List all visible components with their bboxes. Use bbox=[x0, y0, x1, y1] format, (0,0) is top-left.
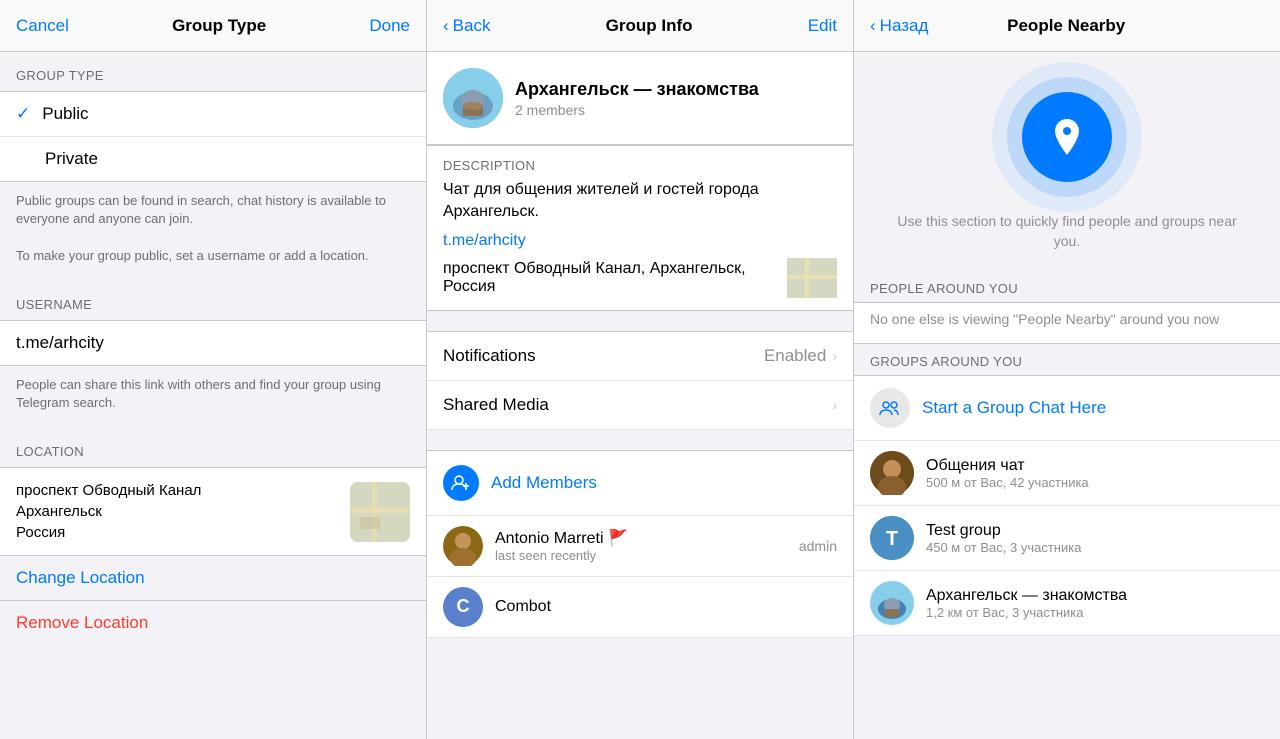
private-option[interactable]: Private bbox=[0, 137, 426, 181]
group-type-list: ✓ Public Private bbox=[0, 91, 426, 182]
nav-bar-group-type: Cancel Group Type Done bbox=[0, 0, 426, 52]
member-1-name: Antonio Marreti 🚩 bbox=[495, 528, 787, 548]
group-header: Архангельск — знакомства 2 members bbox=[427, 52, 853, 145]
notifications-label: Notifications bbox=[443, 346, 536, 366]
nearby-group-2-distance: 450 м от Вас, 3 участника bbox=[926, 540, 1264, 555]
group-name: Архангельск — знакомства bbox=[515, 79, 759, 100]
add-members-row[interactable]: Add Members bbox=[427, 450, 853, 516]
private-label: Private bbox=[45, 149, 98, 169]
done-button[interactable]: Done bbox=[369, 16, 410, 36]
section-username-header: USERNAME bbox=[0, 281, 426, 320]
member-1-avatar bbox=[443, 526, 483, 566]
back-button-nearby[interactable]: ‹ Назад bbox=[870, 16, 928, 36]
public-info-1: Public groups can be found in search, ch… bbox=[0, 182, 426, 281]
cancel-button[interactable]: Cancel bbox=[16, 16, 69, 36]
start-group-chat-label: Start a Group Chat Here bbox=[922, 398, 1106, 418]
nearby-group-2-avatar: T bbox=[870, 516, 914, 560]
group-link[interactable]: t.me/arhcity bbox=[443, 232, 837, 250]
nearby-group-1[interactable]: Общения чат 500 м от Вас, 42 участника bbox=[854, 441, 1280, 506]
location-text: проспект Обводный КаналАрхангельскРоссия bbox=[16, 480, 350, 543]
section-location-header: LOCATION bbox=[0, 428, 426, 467]
nearby-group-1-avatar bbox=[870, 451, 914, 495]
nearby-group-3[interactable]: Архангельск — знакомства 1,2 км от Вас, … bbox=[854, 571, 1280, 636]
shared-media-value: › bbox=[832, 397, 837, 413]
location-address: проспект Обводный Канал, Архангельск, Ро… bbox=[443, 260, 787, 296]
nearby-group-3-distance: 1,2 км от Вас, 3 участника bbox=[926, 605, 1264, 620]
nearby-subtitle: Use this section to quickly find people … bbox=[854, 202, 1280, 271]
group-avatar bbox=[443, 68, 503, 128]
location-row: проспект Обводный Канал, Архангельск, Ро… bbox=[443, 258, 837, 298]
edit-button[interactable]: Edit bbox=[808, 16, 837, 36]
nav-bar-people-nearby: ‹ Назад People Nearby bbox=[854, 0, 1280, 52]
group-members-count: 2 members bbox=[515, 102, 759, 118]
description-text: Чат для общения жителей и гостей города … bbox=[443, 179, 837, 224]
panel-group-type: Cancel Group Type Done GROUP TYPE ✓ Publ… bbox=[0, 0, 427, 739]
panel-group-info: ‹ Back Group Info Edit Архангельск — зна… bbox=[427, 0, 854, 739]
start-group-chat-row[interactable]: Start a Group Chat Here bbox=[854, 375, 1280, 441]
description-section: DESCRIPTION Чат для общения жителей и го… bbox=[427, 145, 853, 311]
people-empty-message: No one else is viewing "People Nearby" a… bbox=[854, 303, 1280, 343]
group-chat-icon bbox=[870, 388, 910, 428]
username-input[interactable]: t.me/arhcity bbox=[0, 320, 426, 366]
shared-media-row[interactable]: Shared Media › bbox=[427, 381, 853, 430]
nearby-group-3-info: Архангельск — знакомства 1,2 км от Вас, … bbox=[926, 587, 1264, 620]
location-icon bbox=[1022, 92, 1112, 182]
location-map bbox=[787, 258, 837, 298]
nav-bar-group-info: ‹ Back Group Info Edit bbox=[427, 0, 853, 52]
add-members-icon bbox=[443, 465, 479, 501]
group-info-title: Group Info bbox=[490, 16, 807, 36]
back-button[interactable]: ‹ Back bbox=[443, 16, 490, 36]
chevron-left-icon: ‹ bbox=[443, 16, 449, 36]
remove-location-button[interactable]: Remove Location bbox=[0, 601, 426, 645]
panel-people-nearby: ‹ Назад People Nearby Use this section t… bbox=[854, 0, 1280, 739]
chevron-right-icon: › bbox=[832, 348, 837, 364]
notifications-row[interactable]: Notifications Enabled › bbox=[427, 331, 853, 381]
public-label: Public bbox=[42, 104, 88, 124]
section-people-header: PEOPLE AROUND YOU bbox=[854, 271, 1280, 302]
description-label: DESCRIPTION bbox=[443, 158, 837, 173]
public-option[interactable]: ✓ Public bbox=[0, 92, 426, 137]
shared-media-label: Shared Media bbox=[443, 395, 549, 415]
member-row-2: C Combot bbox=[427, 577, 853, 638]
nearby-group-2-name: Test group bbox=[926, 522, 1264, 540]
location-display: проспект Обводный КаналАрхангельскРоссия bbox=[0, 467, 426, 556]
chevron-right-icon: › bbox=[832, 397, 837, 413]
username-info: People can share this link with others a… bbox=[0, 366, 426, 428]
location-map-thumbnail bbox=[350, 482, 410, 542]
panel-title: Group Type bbox=[69, 16, 369, 36]
location-icon-container bbox=[854, 52, 1280, 202]
section-groups-header: GROUPS AROUND YOU bbox=[854, 344, 1280, 375]
member-1-info: Antonio Marreti 🚩 last seen recently bbox=[495, 528, 787, 563]
nearby-group-1-distance: 500 м от Вас, 42 участника bbox=[926, 475, 1264, 490]
member-1-role: admin bbox=[799, 538, 837, 554]
nearby-group-2-info: Test group 450 м от Вас, 3 участника bbox=[926, 522, 1264, 555]
member-2-name: Combot bbox=[495, 598, 837, 616]
change-location-button[interactable]: Change Location bbox=[0, 556, 426, 600]
nearby-group-1-name: Общения чат bbox=[926, 457, 1264, 475]
people-nearby-title: People Nearby bbox=[928, 16, 1204, 36]
member-row-1: Antonio Marreti 🚩 last seen recently adm… bbox=[427, 516, 853, 577]
member-2-info: Combot bbox=[495, 598, 837, 616]
nearby-group-2[interactable]: T Test group 450 м от Вас, 3 участника bbox=[854, 506, 1280, 571]
section-group-type-header: GROUP TYPE bbox=[0, 52, 426, 91]
group-info-text: Архангельск — знакомства 2 members bbox=[515, 79, 759, 118]
notifications-value: Enabled › bbox=[764, 346, 837, 366]
checkmark-icon: ✓ bbox=[16, 104, 30, 124]
nearby-group-3-name: Архангельск — знакомства bbox=[926, 587, 1264, 605]
nearby-group-3-avatar bbox=[870, 581, 914, 625]
member-1-status: last seen recently bbox=[495, 548, 787, 563]
svg-text:T: T bbox=[886, 528, 898, 550]
nearby-group-1-info: Общения чат 500 м от Вас, 42 участника bbox=[926, 457, 1264, 490]
add-members-label: Add Members bbox=[491, 473, 597, 493]
member-2-avatar: C bbox=[443, 587, 483, 627]
chevron-left-icon: ‹ bbox=[870, 16, 876, 36]
